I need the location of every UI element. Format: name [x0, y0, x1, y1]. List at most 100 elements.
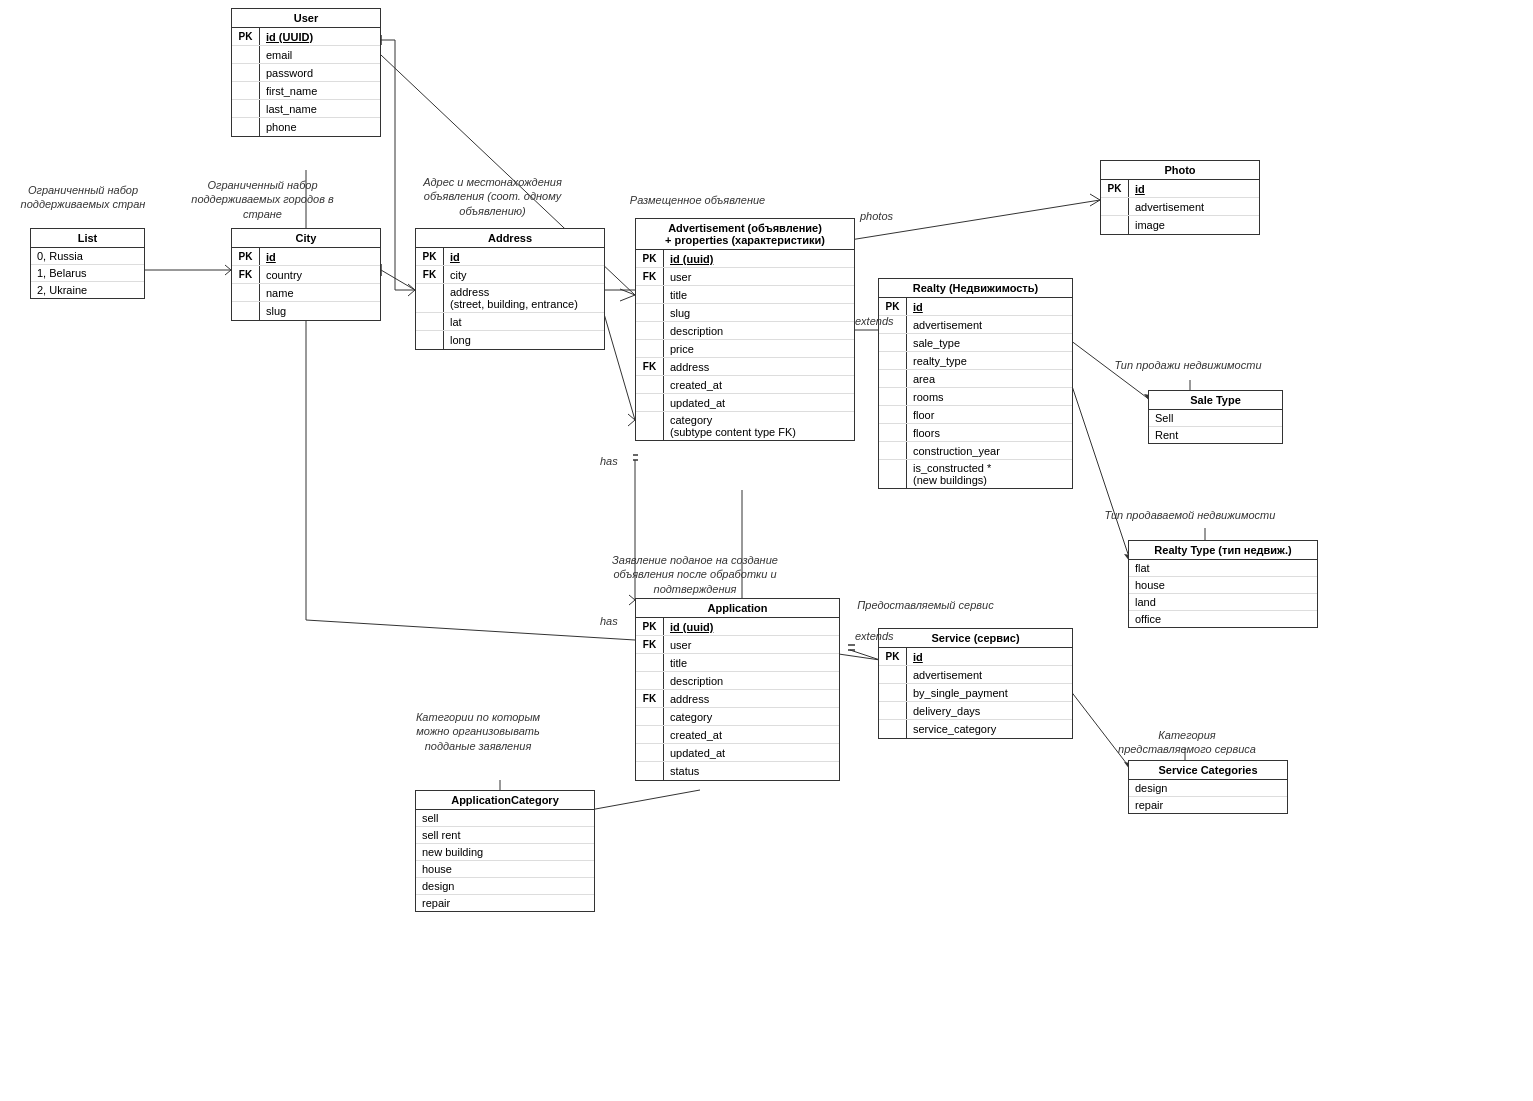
- app-updated-row: updated_at: [636, 744, 839, 762]
- svg-line-45: [1070, 380, 1130, 560]
- list-item: 1, Belarus: [31, 265, 144, 282]
- realty-saletype-pk: [879, 334, 907, 351]
- city-id-row: PK id: [232, 248, 380, 266]
- svg-line-21: [1090, 194, 1100, 200]
- address-long-field: long: [444, 332, 477, 348]
- user-entity: User PK id (UUID) email password first_n…: [231, 8, 381, 137]
- service-categories-title: Service Categories: [1129, 761, 1287, 780]
- user-id-pk: PK: [232, 28, 260, 45]
- realty-constyear-pk: [879, 442, 907, 459]
- realty-rooms-pk: [879, 388, 907, 405]
- svg-line-28: [850, 650, 880, 660]
- photo-title: Photo: [1101, 161, 1259, 180]
- realty-id-pk: PK: [879, 298, 907, 315]
- adv-id-field: id (uuid): [664, 251, 719, 267]
- adv-user-row: FK user: [636, 268, 854, 286]
- service-adv-row: advertisement: [879, 666, 1072, 684]
- label-photos: photos: [860, 210, 893, 222]
- user-email-pk: [232, 46, 260, 63]
- service-category-pk: [879, 720, 907, 738]
- annotation-advertisement: Размещенное объявление: [620, 193, 775, 207]
- address-id-pk: PK: [416, 248, 444, 265]
- app-address-field: address: [664, 691, 715, 707]
- sale-type-entity: Sale Type Sell Rent: [1148, 390, 1283, 444]
- app-id-row: PK id (uuid): [636, 618, 839, 636]
- realty-saletype-row: sale_type: [879, 334, 1072, 352]
- service-title: Service (сервис): [879, 629, 1072, 648]
- city-country-row: FK country: [232, 266, 380, 284]
- photo-adv-field: advertisement: [1129, 199, 1210, 215]
- annotation-app-categories: Категории по которымможно организовывать…: [388, 710, 568, 753]
- app-description-field: description: [664, 673, 729, 689]
- realty-area-field: area: [907, 371, 941, 387]
- app-address-row: FK address: [636, 690, 839, 708]
- svg-line-17: [628, 420, 635, 426]
- annotation-application: Заявление поданое на созданиеобъявления …: [590, 553, 800, 596]
- city-slug-row: slug: [232, 302, 380, 320]
- adv-description-pk: [636, 322, 664, 339]
- city-name-field: name: [260, 285, 300, 301]
- adv-address-field: address: [664, 359, 715, 375]
- app-user-row: FK user: [636, 636, 839, 654]
- address-entity: Address PK id FK city address(street, bu…: [415, 228, 605, 350]
- svg-line-15: [600, 300, 635, 420]
- adv-updated-row: updated_at: [636, 394, 854, 412]
- adv-title-pk: [636, 286, 664, 303]
- adv-updated-pk: [636, 394, 664, 411]
- app-title-pk: [636, 654, 664, 671]
- app-description-pk: [636, 672, 664, 689]
- city-country-fk: FK: [232, 266, 260, 283]
- adv-address-fk: FK: [636, 358, 664, 375]
- city-country-field: country: [260, 267, 308, 283]
- realty-rooms-row: rooms: [879, 388, 1072, 406]
- user-password-row: password: [232, 64, 380, 82]
- app-cat-house: house: [416, 861, 594, 878]
- service-cat-repair: repair: [1129, 797, 1287, 813]
- realty-floor-pk: [879, 406, 907, 423]
- adv-slug-field: slug: [664, 305, 696, 321]
- adv-id-row: PK id (uuid): [636, 250, 854, 268]
- realty-realtytype-row: realty_type: [879, 352, 1072, 370]
- service-delivery-field: delivery_days: [907, 703, 986, 719]
- annotation-limited-countries: Ограниченный наборподдерживаемых стран: [18, 183, 148, 212]
- user-id-field: id (UUID): [260, 29, 319, 45]
- annotation-service: Предоставляемый сервис: [848, 598, 1003, 612]
- photo-image-pk: [1101, 216, 1129, 234]
- adv-category-row: category(subtype content type FK): [636, 412, 854, 440]
- annotation-sale-type: Тип продажи недвижимости: [1108, 358, 1268, 372]
- address-id-row: PK id: [416, 248, 604, 266]
- svg-line-1: [620, 289, 635, 295]
- city-title: City: [232, 229, 380, 248]
- adv-created-field: created_at: [664, 377, 728, 393]
- user-password-field: password: [260, 65, 319, 81]
- service-cat-design: design: [1129, 780, 1287, 797]
- app-status-row: status: [636, 762, 839, 780]
- adv-description-field: description: [664, 323, 729, 339]
- service-adv-field: advertisement: [907, 667, 988, 683]
- user-lastname-field: last_name: [260, 101, 323, 117]
- realty-id-row: PK id: [879, 298, 1072, 316]
- address-long-row: long: [416, 331, 604, 349]
- label-has-app: has: [600, 615, 618, 627]
- user-title: User: [232, 9, 380, 28]
- adv-user-field: user: [664, 269, 697, 285]
- service-singlepay-row: by_single_payment: [879, 684, 1072, 702]
- photo-image-row: image: [1101, 216, 1259, 234]
- city-slug-field: slug: [260, 303, 292, 319]
- address-city-field: city: [444, 267, 473, 283]
- annotation-limited-cities: Ограниченный наборподдерживаемых городов…: [180, 178, 345, 221]
- annotation-service-cat: Категорияпредставляемого сервиса: [1108, 728, 1266, 757]
- user-phone-row: phone: [232, 118, 380, 136]
- app-cat-sell: sell: [416, 810, 594, 827]
- app-id-pk: PK: [636, 618, 664, 635]
- adv-created-row: created_at: [636, 376, 854, 394]
- svg-line-22: [1090, 200, 1100, 206]
- adv-title-field: title: [664, 287, 693, 303]
- realty-title: Realty (Недвижимость): [879, 279, 1072, 298]
- sale-type-sell: Sell: [1149, 410, 1282, 427]
- address-lat-pk: [416, 313, 444, 330]
- adv-price-pk: [636, 340, 664, 357]
- city-id-field: id: [260, 249, 282, 265]
- photo-entity: Photo PK id advertisement image: [1100, 160, 1260, 235]
- realty-realtytype-pk: [879, 352, 907, 369]
